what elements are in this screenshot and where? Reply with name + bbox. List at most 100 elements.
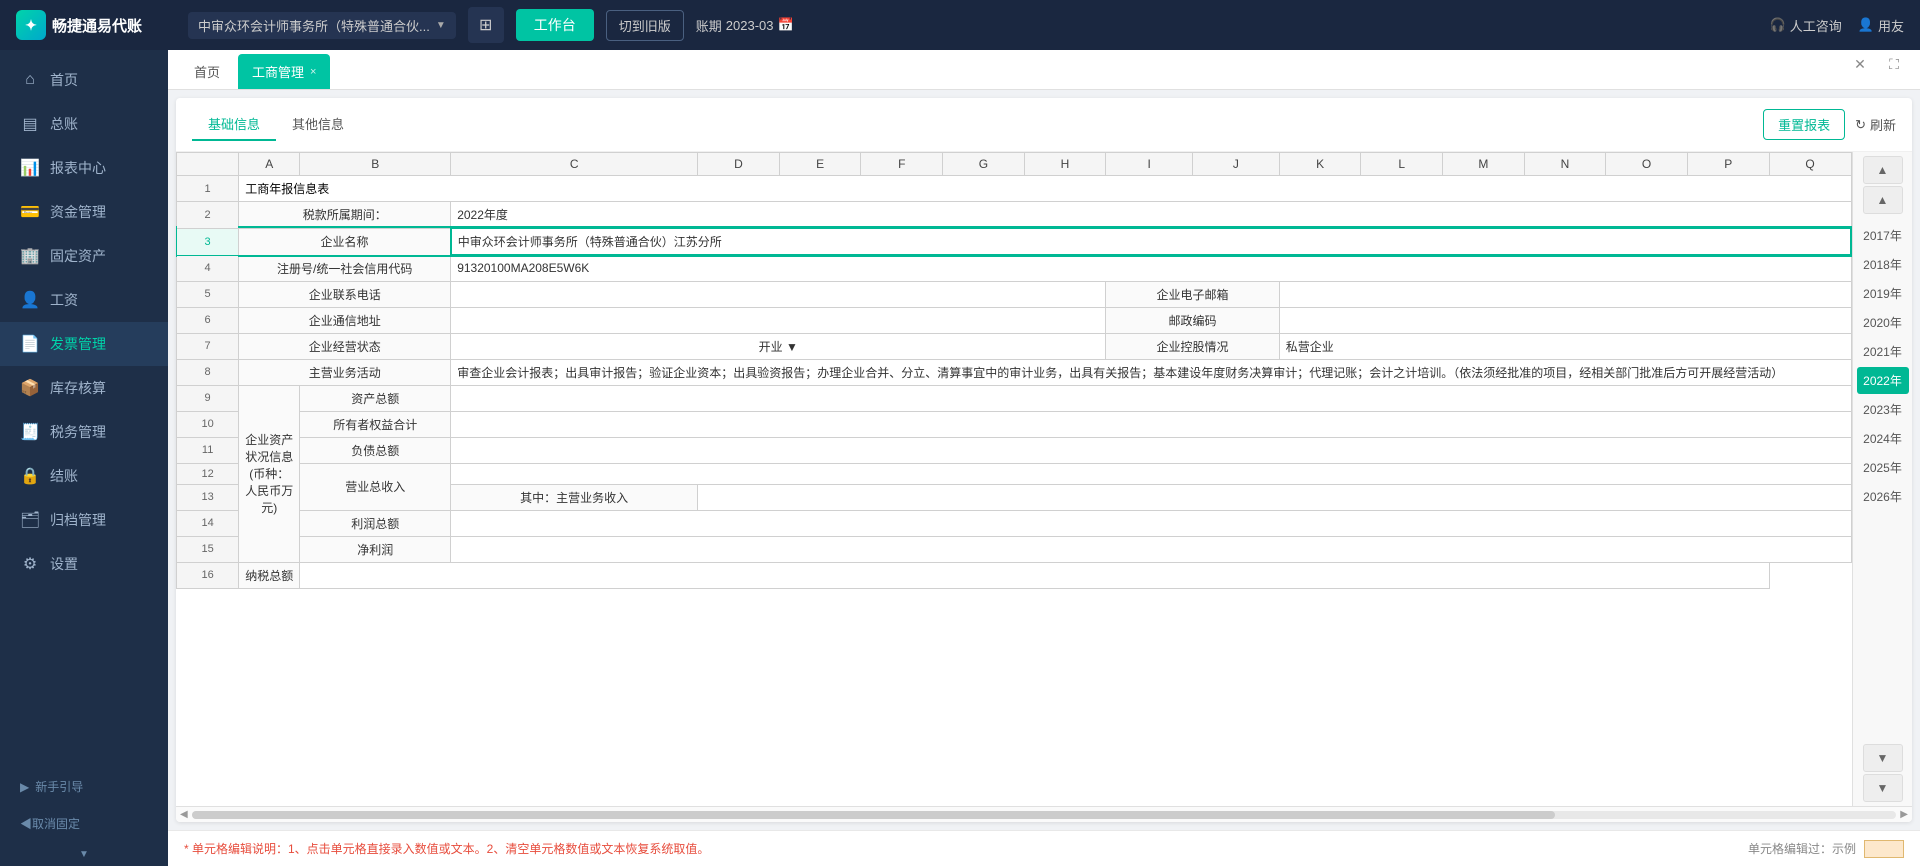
close-button[interactable]: ✕ [1846, 50, 1874, 78]
company-name-value[interactable]: 中审众环会计师事务所（特殊普通合伙）江苏分所 [451, 228, 1851, 255]
sidebar-item-close[interactable]: 🔒 结账 [0, 454, 168, 498]
tax-icon: 🧾 [20, 422, 40, 442]
year-item-2020[interactable]: 2020年 [1857, 309, 1909, 336]
expand-button[interactable]: ⛶ [1880, 50, 1908, 78]
unpin-toggle[interactable]: ◀取消固定 [0, 805, 168, 842]
calendar-icon[interactable]: 📅 [778, 17, 794, 33]
row-num: 7 [177, 333, 239, 359]
email-value[interactable] [1279, 281, 1851, 307]
sidebar-item-ledger[interactable]: ▤ 总账 [0, 102, 168, 146]
revenue-label: 营业总收入 [300, 463, 451, 510]
sidebar-item-settings[interactable]: ⚙ 设置 [0, 542, 168, 586]
table-row: 16 纳税总额 [177, 562, 1852, 588]
sidebar-item-archive[interactable]: 🗂 归档管理 [0, 498, 168, 542]
main-revenue-sub-label: 其中：主营业务收入 [451, 484, 698, 510]
sidebar: ⌂ 首页 ▤ 总账 📊 报表中心 💳 资金管理 🏢 固定资产 👤 工资 [0, 50, 168, 866]
revenue-value[interactable] [451, 463, 1851, 484]
year-item-2017[interactable]: 2017年 [1857, 222, 1909, 249]
address-label: 企业通信地址 [239, 307, 451, 333]
service-button[interactable]: 🎧 人工咨询 [1770, 16, 1842, 35]
row-num: 8 [177, 359, 239, 385]
sub-tab-basic[interactable]: 基础信息 [192, 108, 276, 141]
tax-period-label: 税款所属期间： [239, 202, 451, 229]
new-guide-toggle[interactable]: ▶ 新手引导 [0, 768, 168, 805]
year-nav-down[interactable]: ▼ [1863, 744, 1903, 772]
refresh-button[interactable]: ↻ 刷新 [1855, 115, 1896, 134]
user-menu[interactable]: 👤 用友 [1858, 16, 1904, 35]
scroll-right-icon[interactable]: ▶ [1900, 809, 1908, 820]
col-header-i: I [1106, 153, 1193, 176]
reset-button[interactable]: 重置报表 [1763, 109, 1845, 140]
holding-label: 企业控股情况 [1106, 333, 1279, 359]
company-icon-btn[interactable]: ⊞ [468, 7, 504, 43]
tab-close-icon[interactable]: × [310, 66, 316, 78]
tab-home[interactable]: 首页 [180, 54, 234, 89]
bottom-scroll[interactable]: ◀ ▶ [176, 806, 1912, 822]
liabilities-value[interactable] [451, 437, 1851, 463]
sub-tab-other[interactable]: 其他信息 [276, 108, 360, 141]
year-sidebar: ▲ ▲ 2017年 2018年 2019年 2020年 2021年 2022年 … [1852, 152, 1912, 806]
corner-cell [177, 153, 239, 176]
scroll-thumb[interactable] [192, 811, 1556, 819]
total-tax-label: 纳税总额 [239, 562, 300, 588]
old-version-button[interactable]: 切到旧版 [606, 10, 684, 41]
total-tax-value[interactable] [300, 562, 1769, 588]
grid-wrapper[interactable]: A B C D E F G H I J [176, 152, 1852, 806]
sidebar-item-inventory[interactable]: 📦 库存核算 [0, 366, 168, 410]
sidebar-item-reports[interactable]: 📊 报表中心 [0, 146, 168, 190]
year-item-2021[interactable]: 2021年 [1857, 338, 1909, 365]
address-value[interactable] [451, 307, 1106, 333]
main-biz-value[interactable]: 审查企业会计报表；出具审计报告；验证企业资本；出具验资报告；办理企业合并、分立、… [451, 359, 1851, 385]
workbench-button[interactable]: 工作台 [516, 9, 594, 41]
col-header-n: N [1524, 153, 1606, 176]
tax-period-value[interactable]: 2022年度 [451, 202, 1851, 229]
col-header-p: P [1687, 153, 1769, 176]
table-title-cell[interactable]: 工商年报信息表 [239, 176, 1851, 202]
scroll-left-icon[interactable]: ◀ [180, 809, 188, 820]
total-assets-value[interactable] [451, 385, 1851, 411]
company-selector[interactable]: 中审众环会计师事务所（特殊普通合伙... ▼ [188, 12, 456, 39]
row-num: 6 [177, 307, 239, 333]
reg-no-value[interactable]: 91320100MA208E5W6K [451, 255, 1851, 281]
sidebar-item-home[interactable]: ⌂ 首页 [0, 58, 168, 102]
year-item-2022[interactable]: 2022年 [1857, 367, 1909, 394]
year-nav-up2[interactable]: ▲ [1863, 186, 1903, 214]
year-item-2023[interactable]: 2023年 [1857, 396, 1909, 423]
net-profit-value[interactable] [451, 536, 1851, 562]
total-profit-value[interactable] [451, 510, 1851, 536]
equity-value[interactable] [451, 411, 1851, 437]
year-item-2026[interactable]: 2026年 [1857, 483, 1909, 510]
col-header-k: K [1279, 153, 1361, 176]
postal-value[interactable] [1279, 307, 1851, 333]
sidebar-label-close: 结账 [50, 466, 78, 486]
sidebar-scroll-down[interactable]: ▼ [0, 842, 168, 866]
close-period-icon: 🔒 [20, 466, 40, 486]
year-nav-up[interactable]: ▲ [1863, 156, 1903, 184]
phone-value[interactable] [451, 281, 1106, 307]
year-item-2018[interactable]: 2018年 [1857, 251, 1909, 278]
tab-home-label: 首页 [194, 62, 220, 81]
tab-bizreg-label: 工商管理 [252, 62, 304, 81]
reports-icon: 📊 [20, 158, 40, 178]
sidebar-item-funds[interactable]: 💳 资金管理 [0, 190, 168, 234]
sidebar-item-tax[interactable]: 🧾 税务管理 [0, 410, 168, 454]
biz-status-value[interactable]: 开业 ▼ [451, 333, 1106, 359]
scroll-track[interactable] [192, 811, 1897, 819]
year-item-2024[interactable]: 2024年 [1857, 425, 1909, 452]
tab-bizreg[interactable]: 工商管理 × [238, 54, 330, 89]
year-item-2025[interactable]: 2025年 [1857, 454, 1909, 481]
email-label: 企业电子邮箱 [1106, 281, 1279, 307]
app-logo: ✦ 畅捷通易代账 [16, 10, 176, 40]
spreadsheet: A B C D E F G H I J [176, 152, 1852, 589]
content-area: 首页 工商管理 × ✕ ⛶ 基础信息 其他信息 [168, 50, 1920, 866]
year-nav-down2[interactable]: ▼ [1863, 774, 1903, 802]
panel-inner: 基础信息 其他信息 重置报表 ↻ 刷新 [176, 98, 1912, 822]
main-revenue-value[interactable] [698, 484, 1851, 510]
col-header-g: G [943, 153, 1025, 176]
sidebar-item-invoice[interactable]: 📄 发票管理 [0, 322, 168, 366]
holding-value[interactable]: 私营企业 [1279, 333, 1851, 359]
sidebar-item-assets[interactable]: 🏢 固定资产 [0, 234, 168, 278]
sidebar-item-salary[interactable]: 👤 工资 [0, 278, 168, 322]
year-item-2019[interactable]: 2019年 [1857, 280, 1909, 307]
table-row: 5 企业联系电话 企业电子邮箱 [177, 281, 1852, 307]
